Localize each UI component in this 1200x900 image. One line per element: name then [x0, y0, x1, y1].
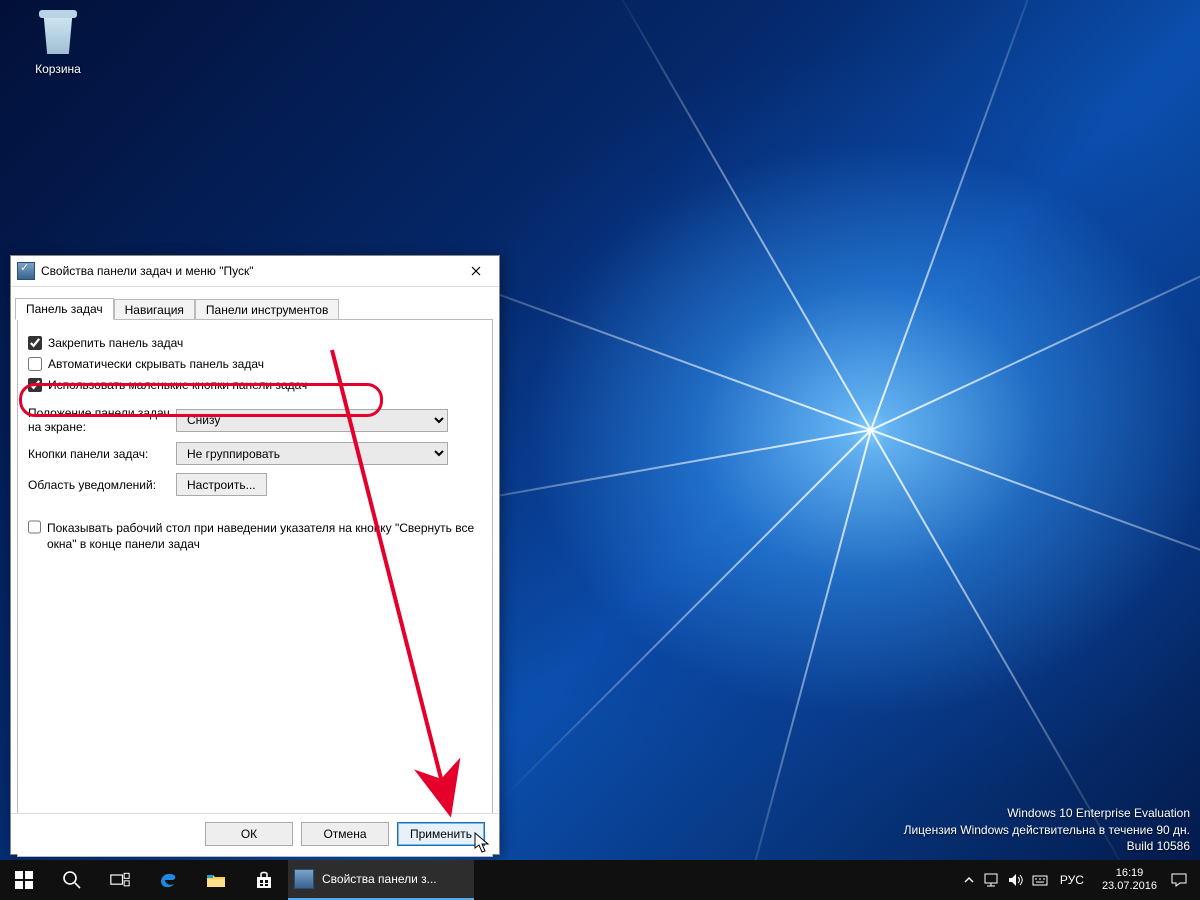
file-explorer-button[interactable] [192, 860, 240, 900]
watermark-line3: Build 10586 [904, 838, 1190, 854]
system-tray: РУС 16:19 23.07.2016 [958, 860, 1200, 900]
tray-language[interactable]: РУС [1052, 873, 1092, 887]
tray-input-icon[interactable] [1028, 873, 1052, 887]
wallpaper-ray [871, 209, 1200, 431]
task-view-icon [110, 870, 130, 890]
search-icon [62, 870, 82, 890]
peek-desktop-label: Показывать рабочий стол при наведении ук… [47, 520, 482, 552]
search-button[interactable] [48, 860, 96, 900]
buttons-select[interactable]: Не группировать [176, 442, 448, 465]
tab-taskbar[interactable]: Панель задач [15, 298, 114, 320]
taskbar-app-properties[interactable]: Свойства панели з... [288, 860, 474, 900]
apply-button[interactable]: Применить [397, 822, 485, 846]
wallpaper-ray [870, 0, 1050, 430]
store-button[interactable] [240, 860, 288, 900]
tray-overflow-button[interactable] [958, 873, 980, 887]
tab-navigation[interactable]: Навигация [114, 299, 195, 320]
edge-icon [158, 870, 178, 890]
store-icon [254, 870, 274, 890]
notify-area-label: Область уведомлений: [28, 478, 176, 492]
close-icon [471, 266, 481, 276]
tab-toolbars[interactable]: Панели инструментов [195, 299, 339, 320]
buttons-row: Кнопки панели задач: Не группировать [28, 442, 482, 465]
ok-button[interactable]: ОК [205, 822, 293, 846]
dialog-title: Свойства панели задач и меню "Пуск" [41, 264, 453, 278]
tray-action-center[interactable] [1167, 873, 1191, 887]
autohide-label: Автоматически скрывать панель задач [48, 357, 264, 371]
peek-desktop-checkbox[interactable]: Показывать рабочий стол при наведении ук… [28, 520, 482, 552]
taskbar-app-icon [294, 869, 314, 889]
taskbar-properties-dialog: Свойства панели задач и меню "Пуск" Пане… [10, 255, 500, 855]
windows-watermark: Windows 10 Enterprise Evaluation Лицензи… [904, 805, 1190, 854]
lock-taskbar-checkbox[interactable]: Закрепить панель задач [28, 336, 482, 350]
lock-taskbar-input[interactable] [28, 336, 42, 350]
small-buttons-input[interactable] [28, 378, 42, 392]
position-row: Положение панели задач на экране: Снизу [28, 406, 482, 434]
autohide-input[interactable] [28, 357, 42, 371]
bin-icon [35, 10, 81, 58]
start-button[interactable] [0, 860, 48, 900]
lock-taskbar-label: Закрепить панель задач [48, 336, 183, 350]
tab-panel-taskbar: Закрепить панель задач Автоматически скр… [17, 319, 493, 857]
peek-desktop-input[interactable] [28, 520, 41, 534]
wallpaper-ray [735, 430, 872, 900]
wallpaper-ray [871, 429, 1200, 609]
cancel-button[interactable]: Отмена [301, 822, 389, 846]
tray-time: 16:19 [1102, 867, 1157, 880]
network-icon [984, 873, 1000, 887]
folder-icon [206, 870, 226, 890]
position-label: Положение панели задач на экране: [28, 406, 176, 434]
chevron-up-icon [964, 876, 974, 884]
tab-strip: Панель задач Навигация Панели инструмент… [11, 287, 499, 319]
wallpaper-ray [610, 0, 872, 431]
autohide-checkbox[interactable]: Автоматически скрывать панель задач [28, 357, 482, 371]
tray-volume-icon[interactable] [1004, 873, 1028, 887]
buttons-label: Кнопки панели задач: [28, 447, 176, 461]
dialog-icon [17, 262, 35, 280]
windows-logo-icon [14, 870, 34, 890]
desktop[interactable]: Корзина Windows 10 Enterprise Evaluation… [0, 0, 1200, 860]
tray-network-icon[interactable] [980, 873, 1004, 887]
watermark-line2: Лицензия Windows действительна в течение… [904, 822, 1190, 838]
keyboard-icon [1032, 873, 1048, 887]
recycle-bin-label: Корзина [35, 62, 81, 76]
dialog-titlebar[interactable]: Свойства панели задач и меню "Пуск" [11, 256, 499, 287]
tray-clock[interactable]: 16:19 23.07.2016 [1092, 867, 1167, 892]
notify-area-row: Область уведомлений: Настроить... [28, 473, 482, 496]
tray-date: 23.07.2016 [1102, 880, 1157, 893]
edge-button[interactable] [144, 860, 192, 900]
speaker-icon [1008, 873, 1024, 887]
taskbar-app-label: Свойства панели з... [322, 872, 437, 886]
recycle-bin-icon[interactable]: Корзина [18, 10, 98, 76]
close-button[interactable] [453, 256, 499, 286]
task-view-button[interactable] [96, 860, 144, 900]
small-buttons-checkbox[interactable]: Использовать маленькие кнопки панели зад… [28, 378, 482, 392]
position-select[interactable]: Снизу [176, 409, 448, 432]
customize-button[interactable]: Настроить... [176, 473, 267, 496]
watermark-line1: Windows 10 Enterprise Evaluation [904, 805, 1190, 821]
small-buttons-label: Использовать маленькие кнопки панели зад… [48, 378, 307, 392]
notification-icon [1171, 873, 1187, 887]
dialog-button-bar: ОК Отмена Применить [11, 813, 499, 854]
taskbar[interactable]: Свойства панели з... РУС 16:19 23.07.201… [0, 860, 1200, 900]
